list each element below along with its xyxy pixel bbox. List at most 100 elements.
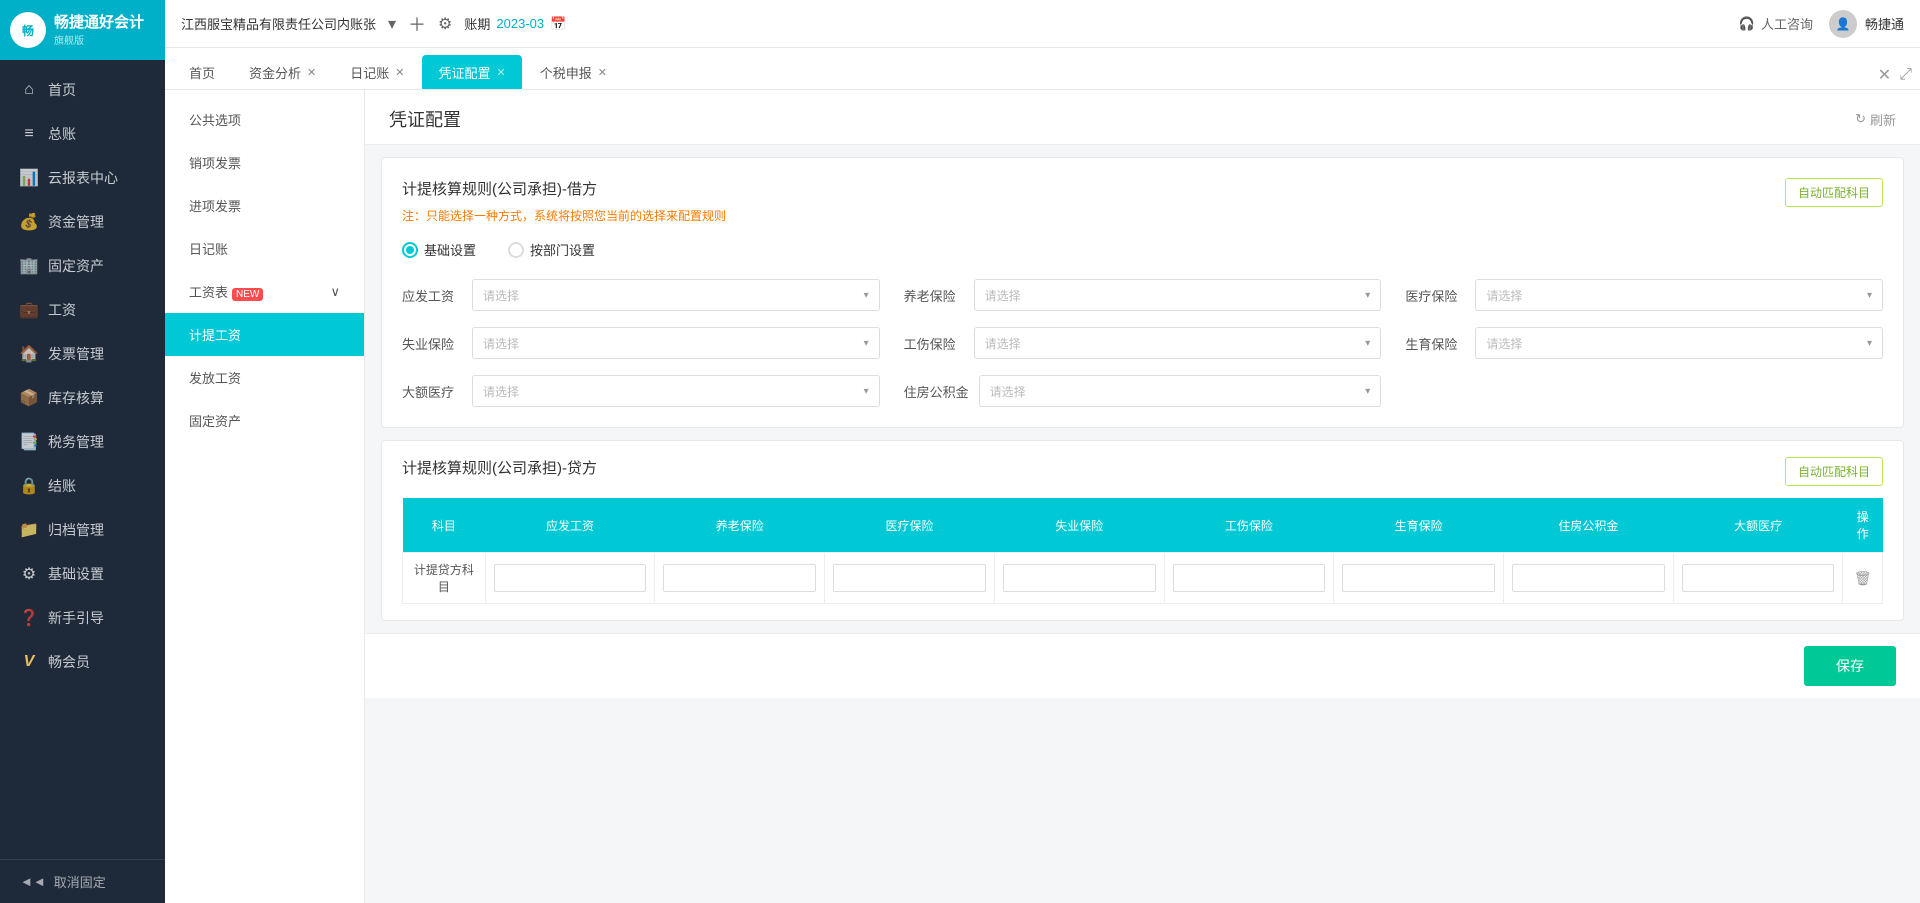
- left-menu-sales[interactable]: 销项发票: [165, 141, 364, 184]
- sidebar-item-ledger[interactable]: ≡ 总账: [0, 112, 165, 156]
- sidebar-item-label: 工资: [48, 300, 76, 320]
- input-medical[interactable]: [833, 564, 986, 592]
- sidebar-item-settings[interactable]: ⚙ 基础设置: [0, 552, 165, 596]
- radio-basic-label: 基础设置: [424, 240, 476, 259]
- unemployment-arrow: ▾: [864, 338, 869, 349]
- large-medical-arrow: ▾: [864, 386, 869, 397]
- housing-fund-select[interactable]: 请选择 ▾: [979, 375, 1382, 407]
- credit-section: 计提核算规则(公司承担)-贷方 自动匹配科目 科目 应发工资 养老保险 医疗保险…: [381, 440, 1904, 621]
- sidebar-item-assets[interactable]: 🏢 固定资产: [0, 244, 165, 288]
- left-menu-purchase[interactable]: 进项发票: [165, 184, 364, 227]
- large-medical-select[interactable]: 请选择 ▾: [472, 375, 880, 407]
- cell-gross-salary[interactable]: [485, 553, 655, 604]
- left-menu-public[interactable]: 公共选项: [165, 98, 364, 141]
- work-injury-select[interactable]: 请选择 ▾: [974, 327, 1382, 359]
- input-pension[interactable]: [663, 564, 816, 592]
- sidebar-item-close[interactable]: 🔒 结账: [0, 464, 165, 508]
- radio-dept-label: 按部门设置: [530, 240, 595, 259]
- pin-icon: ◄◄: [20, 874, 46, 889]
- period-label: 账期: [464, 14, 490, 33]
- col-action: 操作: [1843, 498, 1883, 553]
- cell-housing-fund[interactable]: [1504, 553, 1674, 604]
- save-button[interactable]: 保存: [1804, 646, 1896, 686]
- sidebar-item-label: 云报表中心: [48, 168, 118, 188]
- radio-by-dept[interactable]: 按部门设置: [508, 240, 595, 259]
- sidebar-item-archive[interactable]: 📁 归档管理: [0, 508, 165, 552]
- headset-icon: 🎧: [1739, 16, 1755, 32]
- tab-voucher[interactable]: 凭证配置 ✕: [422, 55, 521, 89]
- service-label: 人工咨询: [1761, 14, 1813, 33]
- tab-home-label: 首页: [189, 63, 215, 82]
- sidebar-item-invoice[interactable]: 🏠 发票管理: [0, 332, 165, 376]
- cell-maternity[interactable]: [1334, 553, 1504, 604]
- guide-icon: ❓: [20, 609, 38, 627]
- sidebar-item-funds[interactable]: 💰 资金管理: [0, 200, 165, 244]
- company-dropdown-icon[interactable]: ▾: [388, 14, 396, 34]
- tab-funds-close[interactable]: ✕: [307, 66, 316, 79]
- ledger-icon: ≡: [20, 125, 38, 143]
- unemployment-select[interactable]: 请选择 ▾: [472, 327, 880, 359]
- debit-section-title: 计提核算规则(公司承担)-借方: [402, 178, 726, 199]
- sidebar-item-reports[interactable]: 📊 云报表中心: [0, 156, 165, 200]
- expand-tab-button[interactable]: ⤢: [1899, 66, 1912, 84]
- inventory-icon: 📦: [20, 389, 38, 407]
- tab-home[interactable]: 首页: [173, 55, 231, 89]
- cancel-pin-button[interactable]: ◄◄ 取消固定: [0, 859, 165, 903]
- add-company-icon[interactable]: ＋: [408, 11, 426, 37]
- left-menu-fixed-assets[interactable]: 固定资产: [165, 399, 364, 442]
- pension-select[interactable]: 请选择 ▾: [974, 279, 1382, 311]
- tab-taxreport-close[interactable]: ✕: [598, 66, 607, 79]
- cell-large-medical[interactable]: [1673, 553, 1843, 604]
- medical-select[interactable]: 请选择 ▾: [1475, 279, 1883, 311]
- cell-unemployment[interactable]: [994, 553, 1164, 604]
- cell-action: 🗑: [1843, 553, 1883, 604]
- sidebar-item-guide[interactable]: ❓ 新手引导: [0, 596, 165, 640]
- left-menu-diary[interactable]: 日记账: [165, 227, 364, 270]
- debit-form-grid: 应发工资 请选择 ▾ 养老保险 请选择 ▾ 医疗: [402, 279, 1883, 407]
- tab-voucher-close[interactable]: ✕: [497, 66, 506, 79]
- radio-basic-dot: [402, 242, 418, 258]
- calendar-icon[interactable]: 📅: [550, 16, 566, 32]
- sidebar-item-label: 首页: [48, 80, 76, 100]
- tab-diary-label: 日记账: [350, 63, 389, 82]
- sidebar-item-tax[interactable]: 📑 税务管理: [0, 420, 165, 464]
- credit-section-title: 计提核算规则(公司承担)-贷方: [402, 457, 597, 478]
- service-button[interactable]: 🎧 人工咨询: [1739, 14, 1813, 33]
- radio-basic[interactable]: 基础设置: [402, 240, 476, 259]
- credit-auto-match-button[interactable]: 自动匹配科目: [1785, 457, 1883, 486]
- debit-auto-match-button[interactable]: 自动匹配科目: [1785, 178, 1883, 207]
- cell-medical[interactable]: [825, 553, 995, 604]
- input-gross-salary[interactable]: [494, 564, 647, 592]
- table-header-row: 科目 应发工资 养老保险 医疗保险 失业保险 工伤保险 生育保险 住房公积金 大…: [403, 498, 1883, 553]
- input-housing-fund[interactable]: [1512, 564, 1665, 592]
- tab-diary-close[interactable]: ✕: [395, 66, 404, 79]
- field-work-injury: 工伤保险 请选择 ▾: [904, 327, 1382, 359]
- vip-icon: V: [20, 653, 38, 671]
- cell-pension[interactable]: [655, 553, 825, 604]
- sidebar-item-inventory[interactable]: 📦 库存核算: [0, 376, 165, 420]
- tab-taxreport[interactable]: 个税申报 ✕: [524, 55, 623, 89]
- left-menu-pay-salary[interactable]: 发放工资: [165, 356, 364, 399]
- avatar-icon: 👤: [1836, 17, 1851, 31]
- refresh-button[interactable]: ↻ 刷新: [1855, 110, 1896, 129]
- maternity-select[interactable]: 请选择 ▾: [1475, 327, 1883, 359]
- input-work-injury[interactable]: [1173, 564, 1326, 592]
- close-tab-button[interactable]: ✕: [1878, 65, 1891, 85]
- cell-work-injury[interactable]: [1164, 553, 1334, 604]
- sidebar-item-home[interactable]: ⌂ 首页: [0, 68, 165, 112]
- sidebar-item-salary[interactable]: 💼 工资: [0, 288, 165, 332]
- sidebar-item-vip[interactable]: V 畅会员: [0, 640, 165, 684]
- tab-diary[interactable]: 日记账 ✕: [334, 55, 420, 89]
- left-menu-compute-salary[interactable]: 计提工资: [165, 313, 364, 356]
- input-maternity[interactable]: [1342, 564, 1495, 592]
- save-bar: 保存: [365, 633, 1920, 698]
- input-unemployment[interactable]: [1003, 564, 1156, 592]
- left-menu-salary-table[interactable]: 工资表NEW ∨: [165, 270, 364, 313]
- housing-fund-arrow: ▾: [1365, 386, 1370, 397]
- delete-row-button[interactable]: 🗑: [1854, 570, 1872, 586]
- user-menu[interactable]: 👤 畅捷通: [1829, 10, 1904, 38]
- input-large-medical[interactable]: [1682, 564, 1835, 592]
- tab-funds[interactable]: 资金分析 ✕: [233, 55, 332, 89]
- settings-icon[interactable]: ⚙: [438, 14, 452, 34]
- gross-salary-select[interactable]: 请选择 ▾: [472, 279, 880, 311]
